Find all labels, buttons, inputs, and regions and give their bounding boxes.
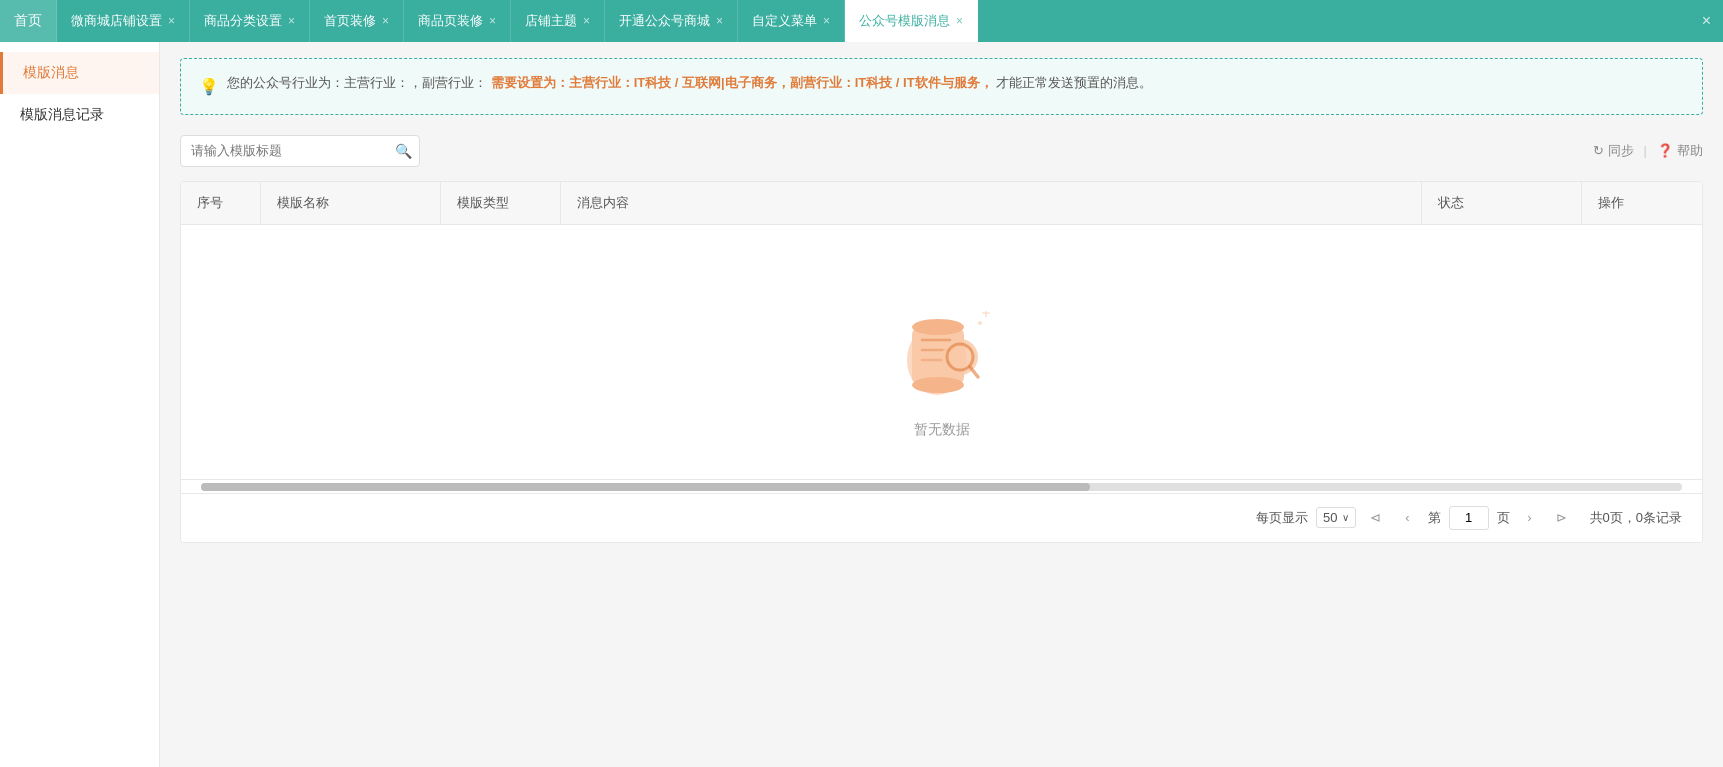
col-content: 消息内容: [561, 182, 1422, 224]
empty-illustration: [882, 285, 1002, 405]
data-table: 序号 模版名称 模版类型 消息内容 状态 操作: [180, 181, 1703, 543]
close-tab-template-message[interactable]: ×: [956, 14, 963, 28]
page-number-input[interactable]: [1449, 506, 1489, 530]
next-page-button[interactable]: ›: [1518, 506, 1542, 530]
pagination: 每页显示 50 ∨ ⊲ ‹ 第 页 › ⊳: [181, 493, 1702, 542]
sync-icon: ↻: [1593, 143, 1604, 158]
page-size-label: 每页显示: [1256, 509, 1308, 527]
search-actions: ↻ 同步 | ❓ 帮助: [1593, 142, 1703, 160]
svg-point-3: [912, 377, 964, 393]
empty-text: 暂无数据: [914, 421, 970, 439]
help-icon: ❓: [1657, 143, 1673, 158]
col-index: 序号: [181, 182, 261, 224]
col-type: 模版类型: [441, 182, 561, 224]
search-input-wrap: 🔍: [180, 135, 420, 167]
scrollbar-track: [201, 483, 1682, 491]
last-page-icon: ⊳: [1556, 510, 1567, 525]
action-divider: |: [1644, 143, 1647, 158]
prev-page-icon: ‹: [1405, 510, 1409, 525]
notice-icon: 💡: [199, 74, 219, 100]
horizontal-scrollbar[interactable]: [181, 479, 1702, 493]
sidebar: 模版消息 模版消息记录: [0, 42, 160, 767]
page-suffix-label: 页: [1497, 509, 1510, 527]
col-status: 状态: [1422, 182, 1582, 224]
tab-open-mall[interactable]: 开通公众号商城 ×: [605, 0, 738, 42]
tab-template-message[interactable]: 公众号模版消息 ×: [845, 0, 978, 42]
first-page-button[interactable]: ⊲: [1364, 506, 1388, 530]
close-tab-shop-settings[interactable]: ×: [168, 14, 175, 28]
svg-point-2: [912, 319, 964, 335]
close-tab-category-settings[interactable]: ×: [288, 14, 295, 28]
prev-page-button[interactable]: ‹: [1396, 506, 1420, 530]
chevron-down-icon: ∨: [1342, 512, 1349, 523]
tab-category-settings[interactable]: 商品分类设置 ×: [190, 0, 310, 42]
tab-home-decoration[interactable]: 首页装修 ×: [310, 0, 404, 42]
top-nav: 首页 微商城店铺设置 × 商品分类设置 × 首页装修 × 商品页装修 × 店铺主…: [0, 0, 1723, 42]
col-action: 操作: [1582, 182, 1702, 224]
content-area: 💡 您的公众号行业为：主营行业：，副营行业： 需要设置为：主营行业：IT科技 /…: [160, 42, 1723, 767]
global-close-button[interactable]: ×: [1702, 12, 1711, 30]
notice-banner: 💡 您的公众号行业为：主营行业：，副营行业： 需要设置为：主营行业：IT科技 /…: [180, 58, 1703, 115]
tab-product-decoration[interactable]: 商品页装修 ×: [404, 0, 511, 42]
close-tab-home-decoration[interactable]: ×: [382, 14, 389, 28]
total-info: 共0页，0条记录: [1590, 509, 1682, 527]
help-button[interactable]: ❓ 帮助: [1657, 142, 1703, 160]
scrollbar-thumb[interactable]: [201, 483, 1090, 491]
close-tab-product-decoration[interactable]: ×: [489, 14, 496, 28]
last-page-button[interactable]: ⊳: [1550, 506, 1574, 530]
svg-point-10: [978, 321, 982, 325]
svg-line-9: [970, 367, 978, 377]
col-name: 模版名称: [261, 182, 441, 224]
tab-custom-menu[interactable]: 自定义菜单 ×: [738, 0, 845, 42]
next-page-icon: ›: [1527, 510, 1531, 525]
close-tab-custom-menu[interactable]: ×: [823, 14, 830, 28]
main-layout: 模版消息 模版消息记录 💡 您的公众号行业为：主营行业：，副营行业： 需要设置为…: [0, 42, 1723, 767]
sidebar-item-template-message-log[interactable]: 模版消息记录: [0, 94, 159, 136]
empty-state: 暂无数据: [181, 225, 1702, 479]
notice-text: 您的公众号行业为：主营行业：，副营行业： 需要设置为：主营行业：IT科技 / 互…: [227, 73, 1152, 94]
table-header: 序号 模版名称 模版类型 消息内容 状态 操作: [181, 182, 1702, 225]
sync-button[interactable]: ↻ 同步: [1593, 142, 1634, 160]
search-input[interactable]: [180, 135, 420, 167]
first-page-icon: ⊲: [1370, 510, 1381, 525]
sidebar-item-template-message[interactable]: 模版消息: [0, 52, 159, 94]
close-tab-open-mall[interactable]: ×: [716, 14, 723, 28]
search-button[interactable]: 🔍: [395, 143, 412, 159]
tab-shop-settings[interactable]: 微商城店铺设置 ×: [57, 0, 190, 42]
search-bar: 🔍 ↻ 同步 | ❓ 帮助: [180, 135, 1703, 167]
close-tab-shop-theme[interactable]: ×: [583, 14, 590, 28]
tab-home[interactable]: 首页: [0, 0, 57, 42]
page-prefix-label: 第: [1428, 509, 1441, 527]
page-size-select[interactable]: 50 ∨: [1316, 507, 1355, 528]
tab-shop-theme[interactable]: 店铺主题 ×: [511, 0, 605, 42]
